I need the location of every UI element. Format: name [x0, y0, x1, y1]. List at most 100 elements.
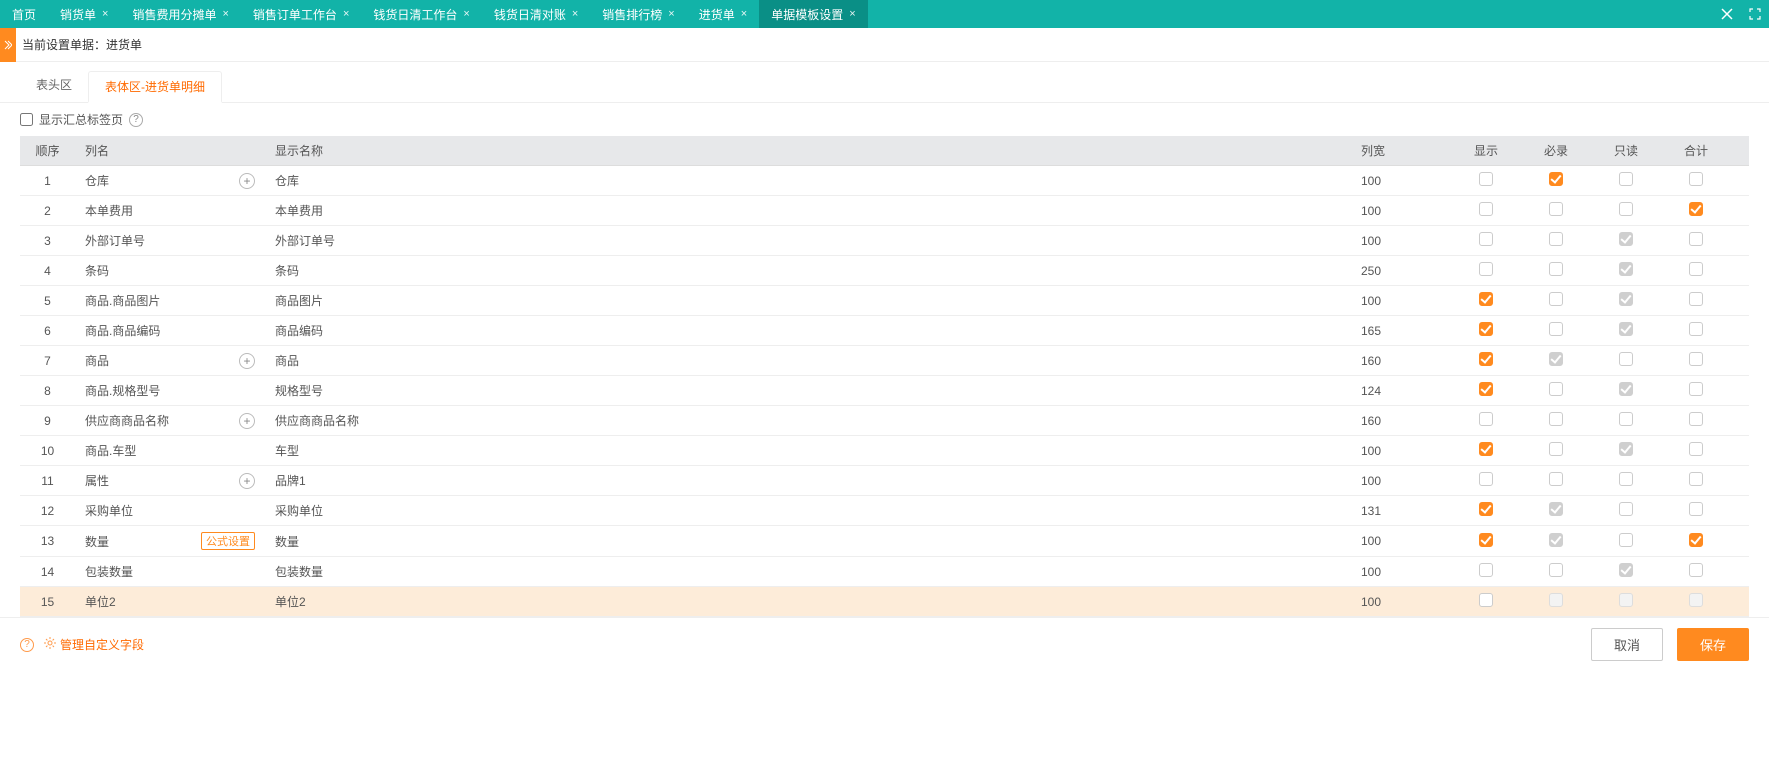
cell-display-name[interactable]: 外部订单号: [265, 226, 1351, 256]
cell-width[interactable]: 124: [1351, 376, 1451, 406]
cell-width[interactable]: 100: [1351, 436, 1451, 466]
checkbox[interactable]: [1549, 352, 1563, 366]
table-row[interactable]: 5商品.商品图片商品图片100: [20, 286, 1749, 316]
top-tab-5[interactable]: 钱货日清对账×: [482, 0, 590, 28]
tab-close-icon[interactable]: ×: [849, 8, 855, 20]
checkbox[interactable]: [1479, 472, 1493, 486]
table-row[interactable]: 2本单费用本单费用100: [20, 196, 1749, 226]
top-tab-0[interactable]: 首页: [0, 0, 48, 28]
top-tab-7[interactable]: 进货单×: [687, 0, 759, 28]
cell-width[interactable]: 160: [1351, 346, 1451, 376]
table-row[interactable]: 13数量公式设置数量100: [20, 526, 1749, 557]
save-button[interactable]: 保存: [1677, 628, 1749, 661]
cancel-button[interactable]: 取消: [1591, 628, 1663, 661]
cell-width[interactable]: 100: [1351, 196, 1451, 226]
checkbox[interactable]: [1549, 262, 1563, 276]
top-tab-6[interactable]: 销售排行榜×: [590, 0, 686, 28]
checkbox[interactable]: [1689, 262, 1703, 276]
cell-width[interactable]: 100: [1351, 526, 1451, 557]
checkbox[interactable]: [1619, 172, 1633, 186]
tab-close-icon[interactable]: ×: [343, 8, 349, 20]
tab-close-icon[interactable]: ×: [102, 8, 108, 20]
table-row[interactable]: 4条码条码250: [20, 256, 1749, 286]
cell-width[interactable]: 100: [1351, 557, 1451, 587]
cell-width[interactable]: 100: [1351, 466, 1451, 496]
checkbox[interactable]: [1479, 502, 1493, 516]
sub-tab-1[interactable]: 表体区-进货单明细: [88, 71, 222, 103]
checkbox[interactable]: [1479, 412, 1493, 426]
cell-width[interactable]: 100: [1351, 226, 1451, 256]
close-all-tabs-button[interactable]: [1713, 0, 1741, 28]
top-tab-4[interactable]: 钱货日清工作台×: [361, 0, 481, 28]
table-row[interactable]: 6商品.商品编码商品编码165: [20, 316, 1749, 346]
checkbox[interactable]: [1689, 202, 1703, 216]
checkbox[interactable]: [1549, 442, 1563, 456]
checkbox[interactable]: [1549, 563, 1563, 577]
checkbox[interactable]: [1619, 442, 1633, 456]
checkbox[interactable]: [1479, 533, 1493, 547]
checkbox[interactable]: [1619, 472, 1633, 486]
table-row[interactable]: 3外部订单号外部订单号100: [20, 226, 1749, 256]
checkbox[interactable]: [1479, 442, 1493, 456]
cell-width[interactable]: 250: [1351, 256, 1451, 286]
tab-close-icon[interactable]: ×: [463, 8, 469, 20]
checkbox[interactable]: [1479, 322, 1493, 336]
checkbox[interactable]: [1689, 382, 1703, 396]
checkbox[interactable]: [1549, 382, 1563, 396]
cell-width[interactable]: 131: [1351, 496, 1451, 526]
cell-display-name[interactable]: 供应商商品名称: [265, 406, 1351, 436]
checkbox[interactable]: [1479, 232, 1493, 246]
checkbox[interactable]: [1479, 262, 1493, 276]
add-icon[interactable]: +: [239, 473, 255, 489]
checkbox[interactable]: [1479, 202, 1493, 216]
cell-display-name[interactable]: 商品: [265, 346, 1351, 376]
manage-custom-fields-link[interactable]: ? 管理自定义字段: [20, 636, 144, 653]
cell-width[interactable]: 100: [1351, 286, 1451, 316]
table-row[interactable]: 12采购单位采购单位131: [20, 496, 1749, 526]
checkbox[interactable]: [1689, 172, 1703, 186]
checkbox[interactable]: [1549, 232, 1563, 246]
cell-display-name[interactable]: 仓库: [265, 166, 1351, 196]
checkbox[interactable]: [1549, 292, 1563, 306]
cell-display-name[interactable]: 规格型号: [265, 376, 1351, 406]
checkbox[interactable]: [1619, 202, 1633, 216]
checkbox[interactable]: [1619, 382, 1633, 396]
checkbox[interactable]: [1619, 352, 1633, 366]
cell-display-name[interactable]: 商品编码: [265, 316, 1351, 346]
checkbox[interactable]: [1689, 502, 1703, 516]
fullscreen-button[interactable]: [1741, 0, 1769, 28]
checkbox[interactable]: [1619, 262, 1633, 276]
checkbox[interactable]: [1689, 472, 1703, 486]
checkbox[interactable]: [1549, 172, 1563, 186]
top-tab-8[interactable]: 单据模板设置×: [759, 0, 867, 28]
cell-display-name[interactable]: 数量: [265, 526, 1351, 557]
checkbox[interactable]: [1619, 322, 1633, 336]
checkbox[interactable]: [1689, 442, 1703, 456]
checkbox[interactable]: [1479, 382, 1493, 396]
checkbox[interactable]: [1689, 412, 1703, 426]
table-row[interactable]: 14包装数量包装数量100: [20, 557, 1749, 587]
cell-display-name[interactable]: 本单费用: [265, 196, 1351, 226]
checkbox[interactable]: [1619, 563, 1633, 577]
cell-display-name[interactable]: 单位2: [265, 587, 1351, 617]
checkbox[interactable]: [1549, 502, 1563, 516]
table-row[interactable]: 10商品.车型车型100: [20, 436, 1749, 466]
cell-display-name[interactable]: 车型: [265, 436, 1351, 466]
table-row[interactable]: 8商品.规格型号规格型号124: [20, 376, 1749, 406]
help-icon[interactable]: ?: [129, 113, 143, 127]
tab-close-icon[interactable]: ×: [668, 8, 674, 20]
cell-display-name[interactable]: 条码: [265, 256, 1351, 286]
checkbox[interactable]: [1549, 533, 1563, 547]
cell-display-name[interactable]: 商品图片: [265, 286, 1351, 316]
checkbox[interactable]: [1689, 232, 1703, 246]
table-row[interactable]: 11属性+品牌1100: [20, 466, 1749, 496]
tab-close-icon[interactable]: ×: [222, 8, 228, 20]
checkbox[interactable]: [1619, 292, 1633, 306]
table-row[interactable]: 15单位2单位2100: [20, 587, 1749, 617]
checkbox[interactable]: [1689, 352, 1703, 366]
top-tab-1[interactable]: 销货单×: [48, 0, 120, 28]
checkbox[interactable]: [1549, 202, 1563, 216]
table-row[interactable]: 7商品+商品160: [20, 346, 1749, 376]
add-icon[interactable]: +: [239, 353, 255, 369]
checkbox[interactable]: [1619, 232, 1633, 246]
